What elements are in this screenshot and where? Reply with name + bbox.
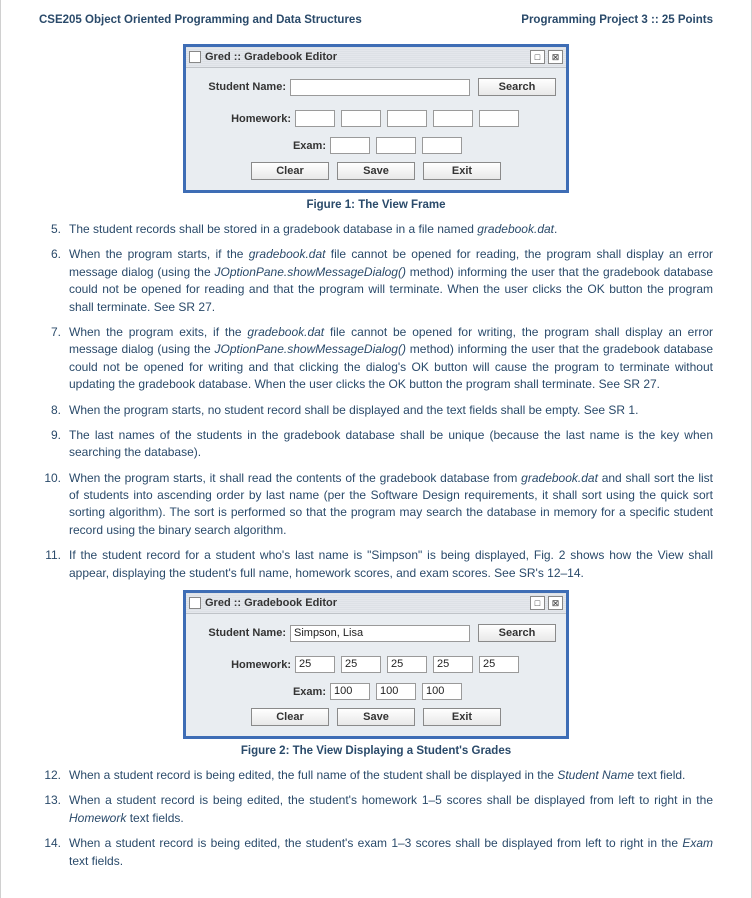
item-text: The student records shall be stored in a… [69, 221, 713, 238]
item-text: When a student record is being edited, t… [69, 767, 713, 784]
titlebar: Gred :: Gradebook Editor □ ⊠ [186, 47, 566, 68]
homework-label: Homework: [196, 113, 295, 125]
figure-1: Gred :: Gradebook Editor □ ⊠ Student Nam… [39, 44, 713, 211]
item-num: 5. [39, 221, 69, 238]
item-num: 7. [39, 324, 69, 394]
exam-field-2[interactable] [376, 137, 416, 154]
exam-field-1[interactable]: 100 [330, 683, 370, 700]
close-icon[interactable]: ⊠ [548, 50, 563, 64]
item-text: If the student record for a student who'… [69, 547, 713, 582]
exit-button[interactable]: Exit [423, 162, 501, 180]
item-num: 11. [39, 547, 69, 582]
exam-field-3[interactable] [422, 137, 462, 154]
hw-field-5[interactable] [479, 110, 519, 127]
item-num: 9. [39, 427, 69, 462]
clear-button[interactable]: Clear [251, 162, 329, 180]
search-button[interactable]: Search [478, 78, 556, 96]
exam-field-1[interactable] [330, 137, 370, 154]
close-icon[interactable]: ⊠ [548, 596, 563, 610]
item-num: 14. [39, 835, 69, 870]
hw-field-4[interactable] [433, 110, 473, 127]
titlebar: Gred :: Gradebook Editor □ ⊠ [186, 593, 566, 614]
exam-field-2[interactable]: 100 [376, 683, 416, 700]
window-title: Gred :: Gradebook Editor [205, 597, 337, 609]
figure-1-caption: Figure 1: The View Frame [306, 199, 445, 211]
hw-field-1[interactable]: 25 [295, 656, 335, 673]
item-text: When the program exits, if the gradebook… [69, 324, 713, 394]
hw-field-3[interactable]: 25 [387, 656, 427, 673]
hw-field-4[interactable]: 25 [433, 656, 473, 673]
item-num: 8. [39, 402, 69, 419]
item-text: When the program starts, if the gradeboo… [69, 246, 713, 316]
gred-window: Gred :: Gradebook Editor □ ⊠ Student Nam… [183, 44, 569, 193]
figure-2: Gred :: Gradebook Editor □ ⊠ Student Nam… [39, 590, 713, 757]
gred-window: Gred :: Gradebook Editor □ ⊠ Student Nam… [183, 590, 569, 739]
header-right: Programming Project 3 :: 25 Points [521, 14, 713, 26]
hw-field-5[interactable]: 25 [479, 656, 519, 673]
item-text: When a student record is being edited, t… [69, 792, 713, 827]
student-name-label: Student Name: [196, 627, 290, 639]
student-name-field[interactable] [290, 79, 470, 96]
maximize-icon[interactable]: □ [530, 50, 545, 64]
figure-2-caption: Figure 2: The View Displaying a Student'… [241, 745, 511, 757]
window-title: Gred :: Gradebook Editor [205, 51, 337, 63]
hw-field-1[interactable] [295, 110, 335, 127]
item-num: 13. [39, 792, 69, 827]
student-name-label: Student Name: [196, 81, 290, 93]
exam-label: Exam: [196, 686, 330, 698]
search-button[interactable]: Search [478, 624, 556, 642]
student-name-field[interactable]: Simpson, Lisa [290, 625, 470, 642]
window-icon [189, 597, 201, 609]
hw-field-3[interactable] [387, 110, 427, 127]
hw-field-2[interactable]: 25 [341, 656, 381, 673]
item-text: When the program starts, it shall read t… [69, 470, 713, 540]
exam-field-3[interactable]: 100 [422, 683, 462, 700]
item-num: 6. [39, 246, 69, 316]
maximize-icon[interactable]: □ [530, 596, 545, 610]
save-button[interactable]: Save [337, 708, 415, 726]
item-text: When the program starts, no student reco… [69, 402, 713, 419]
clear-button[interactable]: Clear [251, 708, 329, 726]
hw-field-2[interactable] [341, 110, 381, 127]
item-num: 12. [39, 767, 69, 784]
item-text: When a student record is being edited, t… [69, 835, 713, 870]
item-num: 10. [39, 470, 69, 540]
header-left: CSE205 Object Oriented Programming and D… [39, 14, 362, 26]
item-text: The last names of the students in the gr… [69, 427, 713, 462]
exam-label: Exam: [196, 140, 330, 152]
save-button[interactable]: Save [337, 162, 415, 180]
exit-button[interactable]: Exit [423, 708, 501, 726]
window-icon [189, 51, 201, 63]
homework-label: Homework: [196, 659, 295, 671]
